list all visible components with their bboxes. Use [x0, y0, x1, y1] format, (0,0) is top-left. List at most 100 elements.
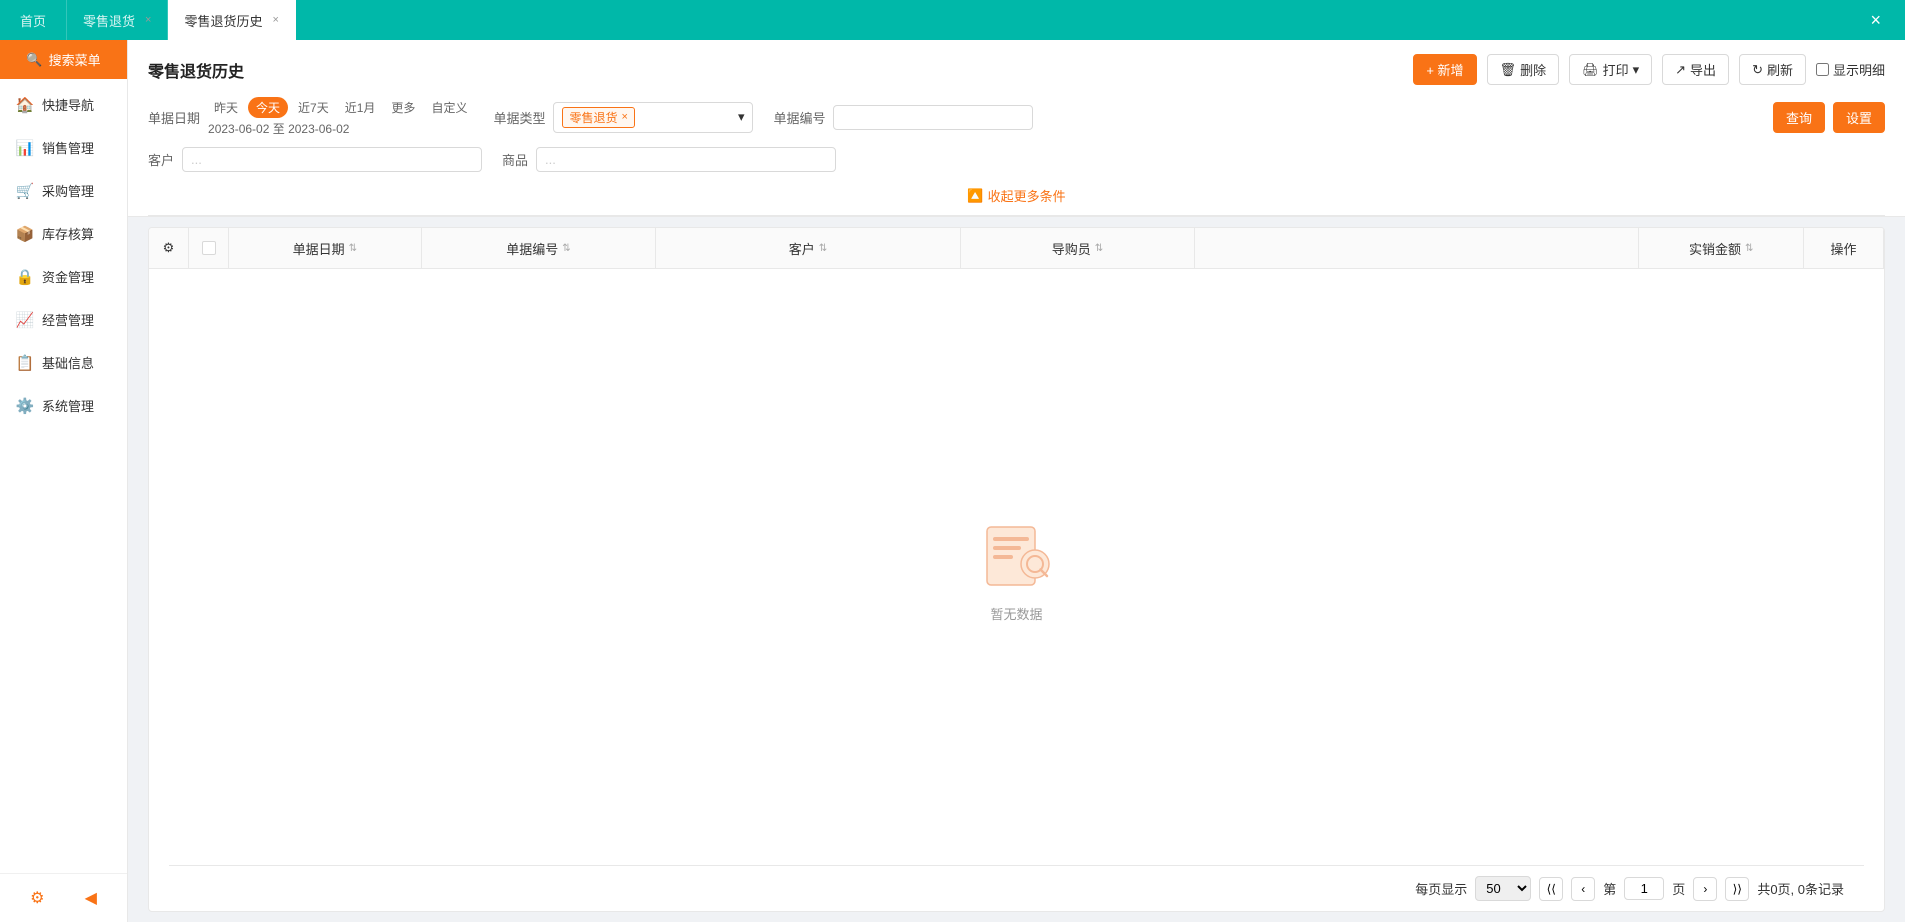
tab-retail-return-label: 零售退货 [83, 11, 135, 30]
show-detail-checkbox-label[interactable]: 显示明细 [1816, 60, 1885, 79]
customer-filter-item: 客户 ... [148, 147, 482, 172]
sidebar-item-sales[interactable]: 📊 销售管理 [0, 126, 127, 169]
prev-page-button[interactable]: ‹ [1571, 877, 1595, 901]
delete-icon: 🗑 [1500, 62, 1517, 78]
per-page-select[interactable]: 50 10 20 100 [1475, 876, 1531, 901]
tab-retail-return-history-close[interactable]: × [272, 14, 278, 26]
first-page-button[interactable]: ⟨⟨ [1539, 877, 1563, 901]
sidebar-item-quicknav-label: 快捷导航 [42, 95, 94, 114]
date-custom[interactable]: 自定义 [425, 97, 473, 118]
th-bill-no[interactable]: 单据编号 ⇅ [422, 228, 657, 268]
top-bar: 首页 零售退货 × 零售退货历史 × × [0, 0, 1905, 40]
th-amount[interactable]: 实销金额 ⇅ [1639, 228, 1804, 268]
th-bill-no-sort: ⇅ [562, 243, 570, 254]
th-settings[interactable]: ⚙ [149, 228, 189, 268]
table-header: ⚙ 单据日期 ⇅ 单据编号 ⇅ 客户 ⇅ 导购员 [149, 228, 1884, 269]
customer-input[interactable]: ... [182, 147, 482, 172]
th-guide[interactable]: 导购员 ⇅ [961, 228, 1196, 268]
date-yesterday[interactable]: 昨天 [208, 97, 244, 118]
bill-type-label: 单据类型 [493, 108, 545, 127]
tab-home-label: 首页 [20, 11, 46, 30]
tab-home[interactable]: 首页 [0, 0, 67, 40]
date-1month[interactable]: 近1月 [339, 97, 382, 118]
page-header: 零售退货历史 + 新增 🗑 删除 🖨 打印 ▾ ↗ 导出 [128, 40, 1905, 217]
th-checkbox[interactable] [189, 228, 229, 268]
basic-info-icon: 📋 [16, 354, 34, 372]
bill-type-dropdown-icon: ▾ [738, 109, 745, 125]
collapse-button[interactable]: 🔼 收起更多条件 [967, 186, 1065, 205]
tab-retail-return-close[interactable]: × [145, 14, 151, 26]
th-guide-label: 导购员 [1052, 239, 1091, 258]
setting-button[interactable]: 设置 [1833, 102, 1885, 133]
sidebar-item-operations[interactable]: 📈 经营管理 [0, 298, 127, 341]
collapse-label: 收起更多条件 [988, 186, 1066, 205]
tab-retail-return[interactable]: 零售退货 × [67, 0, 168, 40]
th-bill-no-label: 单据编号 [506, 239, 558, 258]
customer-placeholder: ... [191, 152, 202, 167]
pagination: 每页显示 50 10 20 100 ⟨⟨ ‹ 第 页 › ⟩⟩ 共0页, 0条记… [169, 865, 1864, 911]
bill-type-tag-close[interactable]: × [621, 111, 627, 123]
sidebar-item-sales-label: 销售管理 [42, 138, 94, 157]
date-range-display: 2023-06-02 至 2023-06-02 [208, 120, 473, 137]
header-actions: + 新增 🗑 删除 🖨 打印 ▾ ↗ 导出 ↻ [1413, 54, 1885, 85]
th-action-label: 操作 [1830, 239, 1856, 258]
next-page-button[interactable]: › [1693, 877, 1717, 901]
print-icon: 🖨 [1582, 62, 1599, 78]
new-button[interactable]: + 新增 [1413, 54, 1476, 85]
export-icon: ↗ [1675, 62, 1686, 78]
refresh-icon: ↻ [1752, 62, 1763, 78]
last-page-button[interactable]: ⟩⟩ [1725, 877, 1749, 901]
date-range-text: 2023-06-02 至 2023-06-02 [208, 120, 349, 137]
operations-icon: 📈 [16, 311, 34, 329]
th-date[interactable]: 单据日期 ⇅ [229, 228, 422, 268]
sidebar-search[interactable]: 🔍 搜索菜单 [0, 40, 127, 79]
select-all-checkbox[interactable] [202, 241, 216, 255]
th-customer[interactable]: 客户 ⇅ [656, 228, 960, 268]
sidebar-item-quicknav[interactable]: 🏠 快捷导航 [0, 83, 127, 126]
export-button[interactable]: ↗ 导出 [1662, 54, 1729, 85]
sidebar-item-purchase[interactable]: 🛒 采购管理 [0, 169, 127, 212]
sidebar-item-inventory[interactable]: 📦 库存核算 [0, 212, 127, 255]
inventory-icon: 📦 [16, 225, 34, 243]
main-layout: 🔍 搜索菜单 🏠 快捷导航 📊 销售管理 🛒 采购管理 📦 库存核算 🔒 [0, 40, 1905, 922]
page-number-input[interactable] [1624, 877, 1664, 900]
print-button[interactable]: 🖨 打印 ▾ [1569, 54, 1652, 85]
sidebar-item-finance[interactable]: 🔒 资金管理 [0, 255, 127, 298]
content-area: 零售退货历史 + 新增 🗑 删除 🖨 打印 ▾ ↗ 导出 [128, 40, 1905, 922]
filter-row-2: 客户 ... 商品 ... [148, 147, 1885, 172]
goods-filter-item: 商品 ... [502, 147, 836, 172]
collapse-sidebar-icon[interactable]: ◀ [81, 884, 101, 912]
table-body: 暂无数据 [149, 269, 1884, 865]
date-today[interactable]: 今天 [248, 97, 288, 118]
delete-button[interactable]: 🗑 删除 [1487, 54, 1560, 85]
show-detail-checkbox[interactable] [1816, 63, 1829, 76]
tab-retail-return-history[interactable]: 零售退货历史 × [168, 0, 295, 40]
delete-label: 删除 [1520, 60, 1546, 79]
settings-bottom-icon[interactable]: ⚙ [26, 884, 48, 912]
bill-type-select[interactable]: 零售退货 × ▾ [553, 102, 753, 133]
th-guide-sort: ⇅ [1095, 243, 1103, 254]
sidebar-item-system[interactable]: ⚙️ 系统管理 [0, 384, 127, 427]
date-more[interactable]: 更多 [385, 97, 421, 118]
sidebar-item-purchase-label: 采购管理 [42, 181, 94, 200]
th-spacer [1195, 228, 1639, 268]
bill-no-filter-item: 单据编号 [773, 105, 1033, 130]
date-7days[interactable]: 近7天 [292, 97, 335, 118]
refresh-button[interactable]: ↻ 刷新 [1739, 54, 1806, 85]
empty-text: 暂无数据 [990, 604, 1042, 623]
collapse-icon: 🔼 [967, 188, 983, 204]
total-info: 共0页, 0条记录 [1757, 879, 1844, 898]
bill-no-input[interactable] [833, 105, 1033, 130]
sidebar-item-basic-info[interactable]: 📋 基础信息 [0, 341, 127, 384]
query-button[interactable]: 查询 [1773, 102, 1825, 133]
home-icon: 🏠 [16, 96, 34, 114]
bill-type-tag-container: 零售退货 × [562, 107, 634, 128]
page-header-top: 零售退货历史 + 新增 🗑 删除 🖨 打印 ▾ ↗ 导出 [148, 54, 1885, 85]
settings-column-icon: ⚙ [163, 240, 175, 256]
goods-input[interactable]: ... [536, 147, 836, 172]
sidebar-search-label: 搜索菜单 [49, 50, 101, 69]
window-close-button[interactable]: × [1862, 6, 1889, 35]
table-wrapper: ⚙ 单据日期 ⇅ 单据编号 ⇅ 客户 ⇅ 导购员 [148, 227, 1885, 912]
sidebar: 🔍 搜索菜单 🏠 快捷导航 📊 销售管理 🛒 采购管理 📦 库存核算 🔒 [0, 40, 128, 922]
sidebar-menu: 🏠 快捷导航 📊 销售管理 🛒 采购管理 📦 库存核算 🔒 资金管理 📈 [0, 79, 127, 873]
